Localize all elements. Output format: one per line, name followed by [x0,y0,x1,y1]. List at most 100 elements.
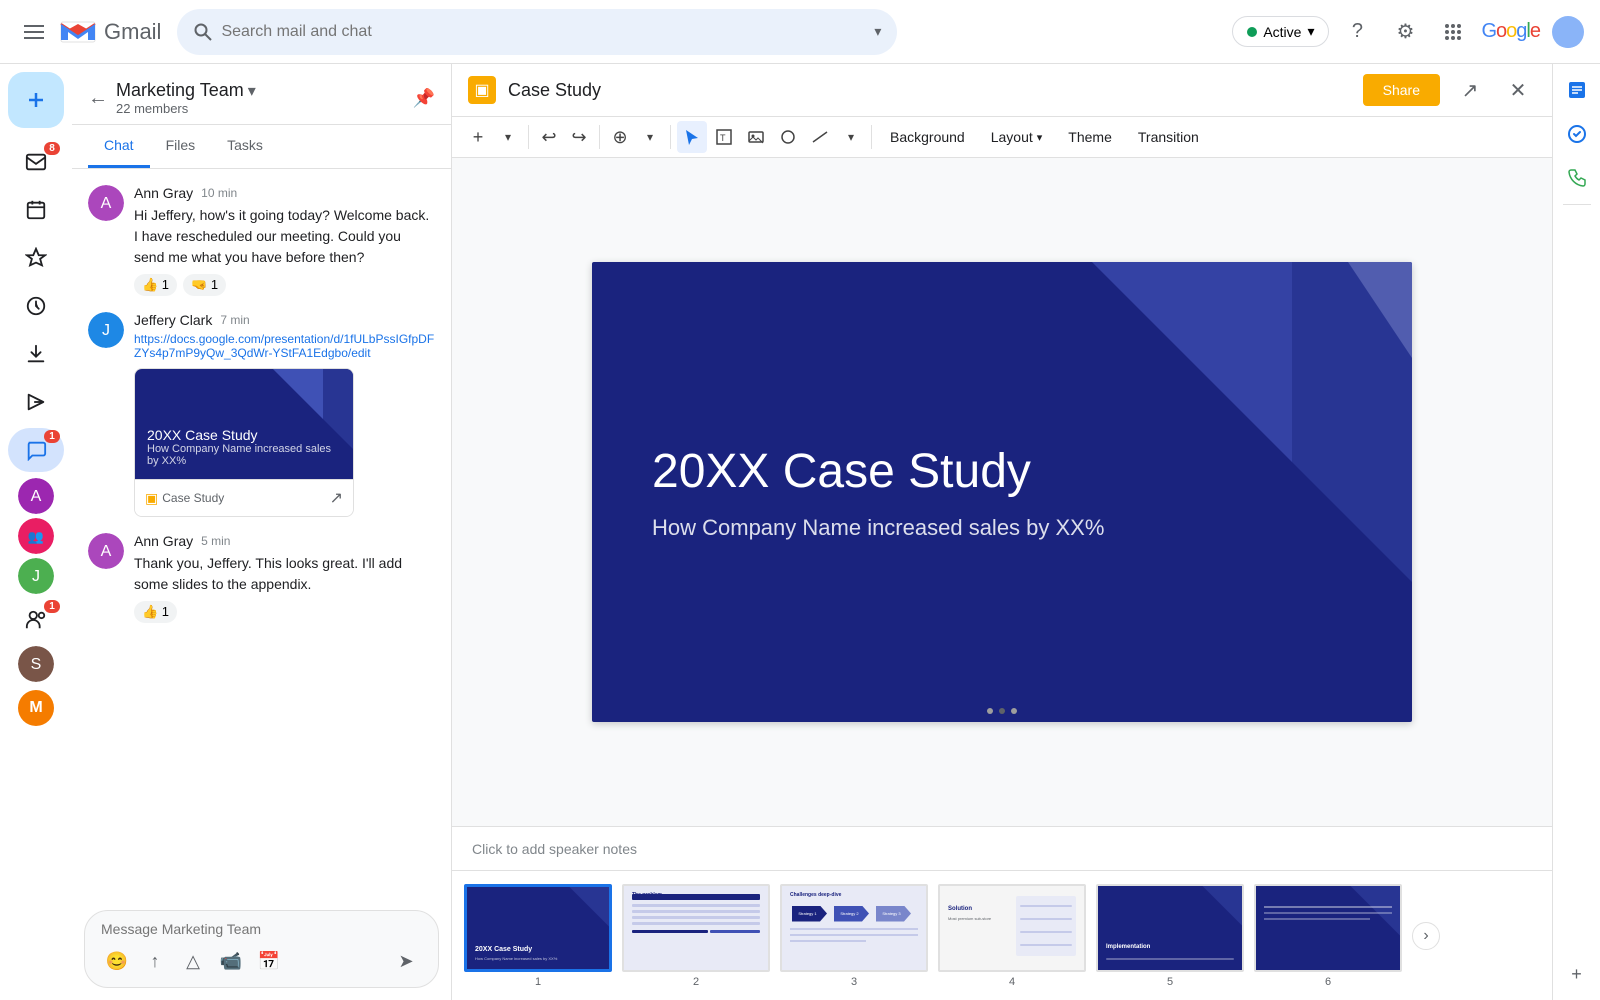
emoji-button[interactable]: 😊 [101,945,133,977]
contact-avatar-m[interactable]: M [18,690,54,726]
search-icon [193,22,213,42]
user-avatar[interactable] [1552,16,1584,48]
theme-button[interactable]: Theme [1056,121,1124,153]
mail-icon [25,151,47,173]
add-chevron-button[interactable]: ▾ [494,121,522,153]
reaction-thumbsup[interactable]: 👍 1 [134,274,177,296]
hamburger-button[interactable] [16,14,52,50]
background-label: Background [890,129,965,145]
slide-thumbnail-4[interactable]: Solution Most premium sub-store [938,884,1086,972]
svg-text:A: A [101,543,112,560]
toolbar-divider-1 [528,125,529,149]
sidebar-item-sent[interactable] [8,380,64,424]
zoom-chevron-button[interactable]: ▾ [636,121,664,153]
slide-dot-1 [987,708,993,714]
message-text-1: Hi Jeffery, how's it going today? Welcom… [134,205,435,268]
speaker-notes[interactable]: Click to add speaker notes [452,826,1552,870]
settings-button[interactable]: ⚙ [1385,12,1425,52]
calendar-button[interactable]: 📅 [253,945,285,977]
slide-thumbnail-6[interactable] [1254,884,1402,972]
background-button[interactable]: Background [878,121,977,153]
speaker-notes-text: Click to add speaker notes [472,841,637,857]
slide-thumbnail-3[interactable]: Challenges deep-dive Strategy 1 Strategy… [780,884,928,972]
chat-messages: A Ann Gray 10 min Hi Jeffery, how's it g… [72,169,451,902]
sidebar-item-mail[interactable]: 8 [8,140,64,184]
apps-button[interactable] [1433,12,1473,52]
right-panel: + [1552,64,1600,1000]
team-name-chevron-icon[interactable]: ▾ [248,81,256,101]
active-label: Active [1263,24,1301,40]
contact-avatar-2[interactable]: 👥 [18,518,54,554]
transition-button[interactable]: Transition [1126,121,1211,153]
shape-icon [779,128,797,146]
pin-button[interactable]: 📌 [413,88,435,109]
slides-toolbar: + ▾ ↩ ↪ ⊕ ▾ T ▾ [452,117,1552,158]
compose-button[interactable] [8,72,64,128]
contact-avatar-3[interactable]: J [18,558,54,594]
slides-title: Case Study [508,80,1351,101]
sidebar-item-chat[interactable]: 1 [8,428,64,472]
redo-button[interactable]: ↪ [565,121,593,153]
slide-thumbnail-1[interactable]: 20XX Case Study How Company Name increas… [464,884,612,972]
clock-icon [25,295,47,317]
image-tool-button[interactable] [741,121,771,153]
tab-tasks[interactable]: Tasks [211,125,279,168]
next-slide-button[interactable]: › [1412,922,1440,950]
sidebar-item-calendar[interactable] [8,188,64,232]
sender-name-2: Jeffery Clark [134,312,212,328]
sidebar-item-recent[interactable] [8,284,64,328]
right-panel-tasks-button[interactable] [1559,116,1595,152]
close-slides-button[interactable]: ✕ [1500,72,1536,108]
sidebar-item-downloads[interactable] [8,332,64,376]
sidebar-item-starred[interactable] [8,236,64,280]
right-panel-phone-button[interactable] [1559,160,1595,196]
open-in-new-button[interactable]: ↗ [1452,72,1488,108]
back-button[interactable]: ← [88,87,108,110]
tab-files[interactable]: Files [150,125,212,168]
video-button[interactable]: 📹 [215,945,247,977]
line-chevron-button[interactable]: ▾ [837,121,865,153]
line-tool-button[interactable] [805,121,835,153]
chat-input[interactable] [101,921,422,937]
gmail-logo[interactable]: Gmail [60,18,161,46]
link-open-button[interactable]: ↗ [330,488,343,508]
slides-header: ▣ Case Study Share ↗ ✕ [452,64,1552,117]
slide-thumbnail-5[interactable]: Implementation [1096,884,1244,972]
slide-canvas[interactable]: 20XX Case Study How Company Name increas… [592,262,1412,722]
help-button[interactable]: ? [1337,12,1377,52]
send-button[interactable]: ➤ [390,945,422,977]
message-content-1: Ann Gray 10 min Hi Jeffery, how's it goi… [134,185,435,296]
share-button[interactable]: Share [1363,74,1440,106]
contact-avatar-4[interactable]: S [18,646,54,682]
reaction-thumbsup-3[interactable]: 👍 1 [134,601,177,623]
select-tool-button[interactable] [677,121,707,153]
slide-num-4: 4 [1009,976,1015,988]
add-tool-button[interactable]: + [464,121,492,153]
active-status-button[interactable]: Active ▾ [1232,16,1329,47]
spaces-badge: 1 [44,600,60,613]
reaction-fist[interactable]: 🤜 1 [183,274,226,296]
compose-icon [24,88,48,112]
slides-area: ▣ Case Study Share ↗ ✕ + ▾ ↩ ↪ ⊕ ▾ T [452,64,1552,1000]
layout-button[interactable]: Layout ▾ [979,121,1055,153]
undo-button[interactable]: ↩ [535,121,563,153]
contact-avatar-1[interactable]: A [18,478,54,514]
slide-thumbnail-2[interactable]: The problem [622,884,770,972]
svg-text:T: T [720,133,726,143]
link-url[interactable]: https://docs.google.com/presentation/d/1… [134,332,435,360]
right-panel-add-button[interactable]: + [1559,956,1595,992]
search-input[interactable] [221,23,866,41]
zoom-button[interactable]: ⊕ [606,121,634,153]
text-tool-button[interactable]: T [709,121,739,153]
search-chevron-icon[interactable]: ▾ [874,23,881,40]
search-bar[interactable]: ▾ [177,9,897,55]
drive-button[interactable]: △ [177,945,209,977]
svg-text:👥: 👥 [28,529,44,544]
right-panel-notes-button[interactable] [1559,72,1595,108]
tab-chat[interactable]: Chat [88,125,150,168]
upload-button[interactable]: ↑ [139,945,171,977]
apps-grid-icon [1443,22,1463,42]
shape-tool-button[interactable] [773,121,803,153]
sidebar-item-spaces[interactable]: 1 [8,598,64,642]
slide-num-2: 2 [693,976,699,988]
